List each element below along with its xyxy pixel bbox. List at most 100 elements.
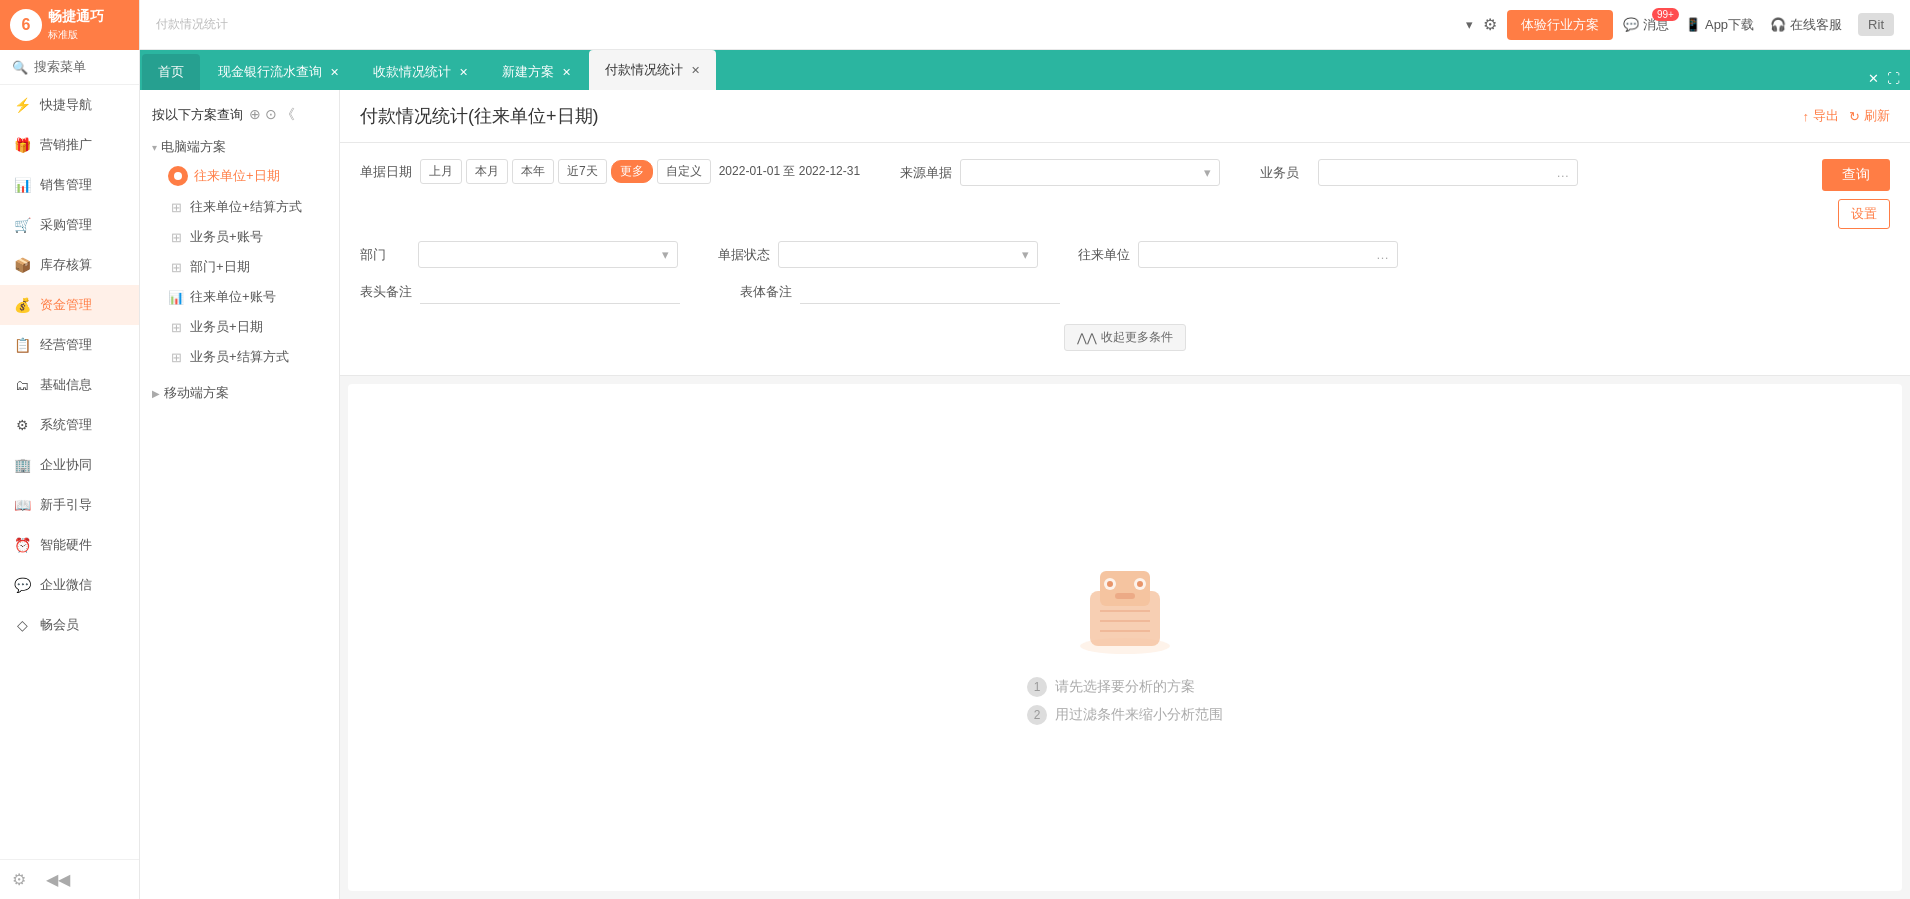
plan-item-staff-settle[interactable]: ⊞ 业务员+结算方式	[140, 342, 339, 372]
source-select[interactable]: ▾	[960, 159, 1220, 186]
search-icon: 🔍	[12, 60, 28, 75]
plan-item-label: 往来单位+日期	[194, 167, 280, 185]
sidebar-item-purchase[interactable]: 🛒 采购管理	[0, 205, 139, 245]
message-button[interactable]: 💬 消息 99+	[1623, 16, 1669, 34]
staff-select[interactable]: …	[1318, 159, 1578, 186]
sidebar-item-system[interactable]: ⚙ 系统管理	[0, 405, 139, 445]
sidebar-footer: ⚙ ◀◀	[0, 859, 139, 899]
plan-active-dot	[168, 166, 188, 186]
svg-rect-7	[1115, 593, 1135, 599]
topbar-dropdown-icon[interactable]: ▾	[1466, 17, 1473, 32]
source-label: 来源单据	[900, 164, 952, 182]
right-panel: 付款情况统计(往来单位+日期) ↑ 导出 ↻ 刷新 单	[340, 90, 1910, 899]
topbar-breadcrumb: 付款情况统计	[156, 16, 1456, 33]
add-plan-icon[interactable]: ⊕	[249, 106, 261, 124]
tab-home[interactable]: 首页	[142, 54, 200, 90]
refresh-button[interactable]: ↻ 刷新	[1849, 107, 1890, 125]
sidebar-item-label: 畅会员	[40, 616, 79, 634]
collapse-up-icon: ⋀⋀	[1077, 331, 1097, 345]
sidebar-item-funds[interactable]: 💰 资金管理	[0, 285, 139, 325]
service-label: 在线客服	[1790, 16, 1842, 34]
headnote-label: 表头备注	[360, 283, 412, 301]
trial-button[interactable]: 体验行业方案	[1507, 10, 1613, 40]
filter-actions: 查询 设置	[1822, 159, 1890, 229]
sidebar-item-label: 基础信息	[40, 376, 92, 394]
query-button[interactable]: 查询	[1822, 159, 1890, 191]
tab-close-all-icon[interactable]: ✕	[1868, 71, 1879, 86]
sidebar-item-label: 经营管理	[40, 336, 92, 354]
sidebar-item-sales[interactable]: 📊 销售管理	[0, 165, 139, 205]
tab-new-plan-close-icon[interactable]: ✕	[562, 66, 571, 79]
quick-nav-icon: ⚡	[12, 95, 32, 115]
tab-new-plan[interactable]: 新建方案 ✕	[486, 54, 587, 90]
sidebar-item-guide[interactable]: 📖 新手引导	[0, 485, 139, 525]
tab-receipt-close-icon[interactable]: ✕	[459, 66, 468, 79]
main-area: 付款情况统计 ▾ ⚙ 体验行业方案 💬 消息 99+ 📱 App下载 🎧 在线客…	[140, 0, 1910, 899]
sidebar-item-label: 新手引导	[40, 496, 92, 514]
hardware-icon: ⏰	[12, 535, 32, 555]
online-service-button[interactable]: 🎧 在线客服	[1770, 16, 1842, 34]
user-avatar[interactable]: Rit	[1858, 13, 1894, 36]
date-buttons: 上月 本月 本年 近7天 更多 自定义 2022-01-01 至 2022-12…	[420, 159, 860, 184]
plan-item-unit-account[interactable]: 📊 往来单位+账号	[140, 282, 339, 312]
headnote-input[interactable]	[420, 280, 680, 304]
date-btn-this-month[interactable]: 本月	[466, 159, 508, 184]
app-download-button[interactable]: 📱 App下载	[1685, 16, 1754, 34]
docstatus-select[interactable]: ▾	[778, 241, 1038, 268]
tab-payment-close-icon[interactable]: ✕	[691, 64, 700, 77]
sidebar-item-operations[interactable]: 📋 经营管理	[0, 325, 139, 365]
sidebar-item-hardware[interactable]: ⏰ 智能硬件	[0, 525, 139, 565]
date-btn-7days[interactable]: 近7天	[558, 159, 607, 184]
plan-item-unit-date[interactable]: 往来单位+日期	[140, 160, 339, 192]
desktop-group-label: 电脑端方案	[161, 138, 226, 156]
bodynote-input[interactable]	[800, 280, 1060, 304]
page-header: 付款情况统计(往来单位+日期) ↑ 导出 ↻ 刷新	[340, 90, 1910, 143]
sidebar-item-base-info[interactable]: 🗂 基础信息	[0, 365, 139, 405]
desktop-group-title[interactable]: ▾ 电脑端方案	[140, 134, 339, 160]
date-btn-last-month[interactable]: 上月	[420, 159, 462, 184]
base-info-icon: 🗂	[12, 375, 32, 395]
tab-bank-close-icon[interactable]: ✕	[330, 66, 339, 79]
purchase-icon: 🛒	[12, 215, 32, 235]
content-area: 按以下方案查询 ⊕ ⊙ 《 ▾ 电脑端方案 往来单位+日期	[140, 90, 1910, 899]
export-button[interactable]: ↑ 导出	[1803, 107, 1840, 125]
collapse-left-icon[interactable]: 《	[281, 106, 295, 124]
dept-label: 部门	[360, 246, 410, 264]
tab-receipt-stat[interactable]: 收款情况统计 ✕	[357, 54, 484, 90]
collapse-sidebar-icon[interactable]: ◀◀	[46, 870, 70, 889]
sidebar-item-wechat[interactable]: 💬 企业微信	[0, 565, 139, 605]
counterpart-select[interactable]: …	[1138, 241, 1398, 268]
manage-plan-icon[interactable]: ⊙	[265, 106, 277, 124]
collapse-button[interactable]: ⋀⋀ 收起更多条件	[1064, 324, 1186, 351]
sidebar-item-enterprise[interactable]: 🏢 企业协同	[0, 445, 139, 485]
plan-table-icon: ⊞	[168, 259, 184, 275]
tab-fullscreen-icon[interactable]: ⛶	[1887, 71, 1900, 86]
date-btn-more[interactable]: 更多	[611, 160, 653, 183]
sidebar-logo-name: 畅捷通巧	[48, 8, 104, 26]
page-header-actions: ↑ 导出 ↻ 刷新	[1803, 107, 1891, 125]
plan-item-dept-date[interactable]: ⊞ 部门+日期	[140, 252, 339, 282]
tab-payment-stat[interactable]: 付款情况统计 ✕	[589, 50, 716, 90]
setting-button[interactable]: 设置	[1838, 199, 1890, 229]
dept-select[interactable]: ▾	[418, 241, 678, 268]
bodynote-label: 表体备注	[740, 283, 792, 301]
topbar-gear-icon[interactable]: ⚙	[1483, 15, 1497, 34]
sidebar-item-member[interactable]: ◇ 畅会员	[0, 605, 139, 645]
filter-source-item: 来源单据 ▾	[900, 159, 1220, 186]
sidebar-search[interactable]: 🔍 搜索菜单	[0, 50, 139, 85]
sidebar-item-marketing[interactable]: 🎁 营销推广	[0, 125, 139, 165]
date-btn-this-year[interactable]: 本年	[512, 159, 554, 184]
sidebar-item-quick-nav[interactable]: ⚡ 快捷导航	[0, 85, 139, 125]
sidebar-item-inventory[interactable]: 📦 库存核算	[0, 245, 139, 285]
counterpart-dropdown-icon: …	[1376, 247, 1389, 262]
date-btn-custom[interactable]: 自定义	[657, 159, 711, 184]
tab-bank[interactable]: 现金银行流水查询 ✕	[202, 54, 355, 90]
plan-item-staff-date[interactable]: ⊞ 业务员+日期	[140, 312, 339, 342]
settings-footer-icon[interactable]: ⚙	[12, 870, 26, 889]
svg-point-5	[1107, 581, 1113, 587]
empty-hints: 1 请先选择要分析的方案 2 用过滤条件来缩小分析范围	[1027, 677, 1223, 725]
plan-item-staff-account[interactable]: ⊞ 业务员+账号	[140, 222, 339, 252]
mobile-group-title[interactable]: ▶ 移动端方案	[140, 380, 339, 406]
plan-item-unit-settle[interactable]: ⊞ 往来单位+结算方式	[140, 192, 339, 222]
staff-dropdown-icon: …	[1556, 165, 1569, 180]
